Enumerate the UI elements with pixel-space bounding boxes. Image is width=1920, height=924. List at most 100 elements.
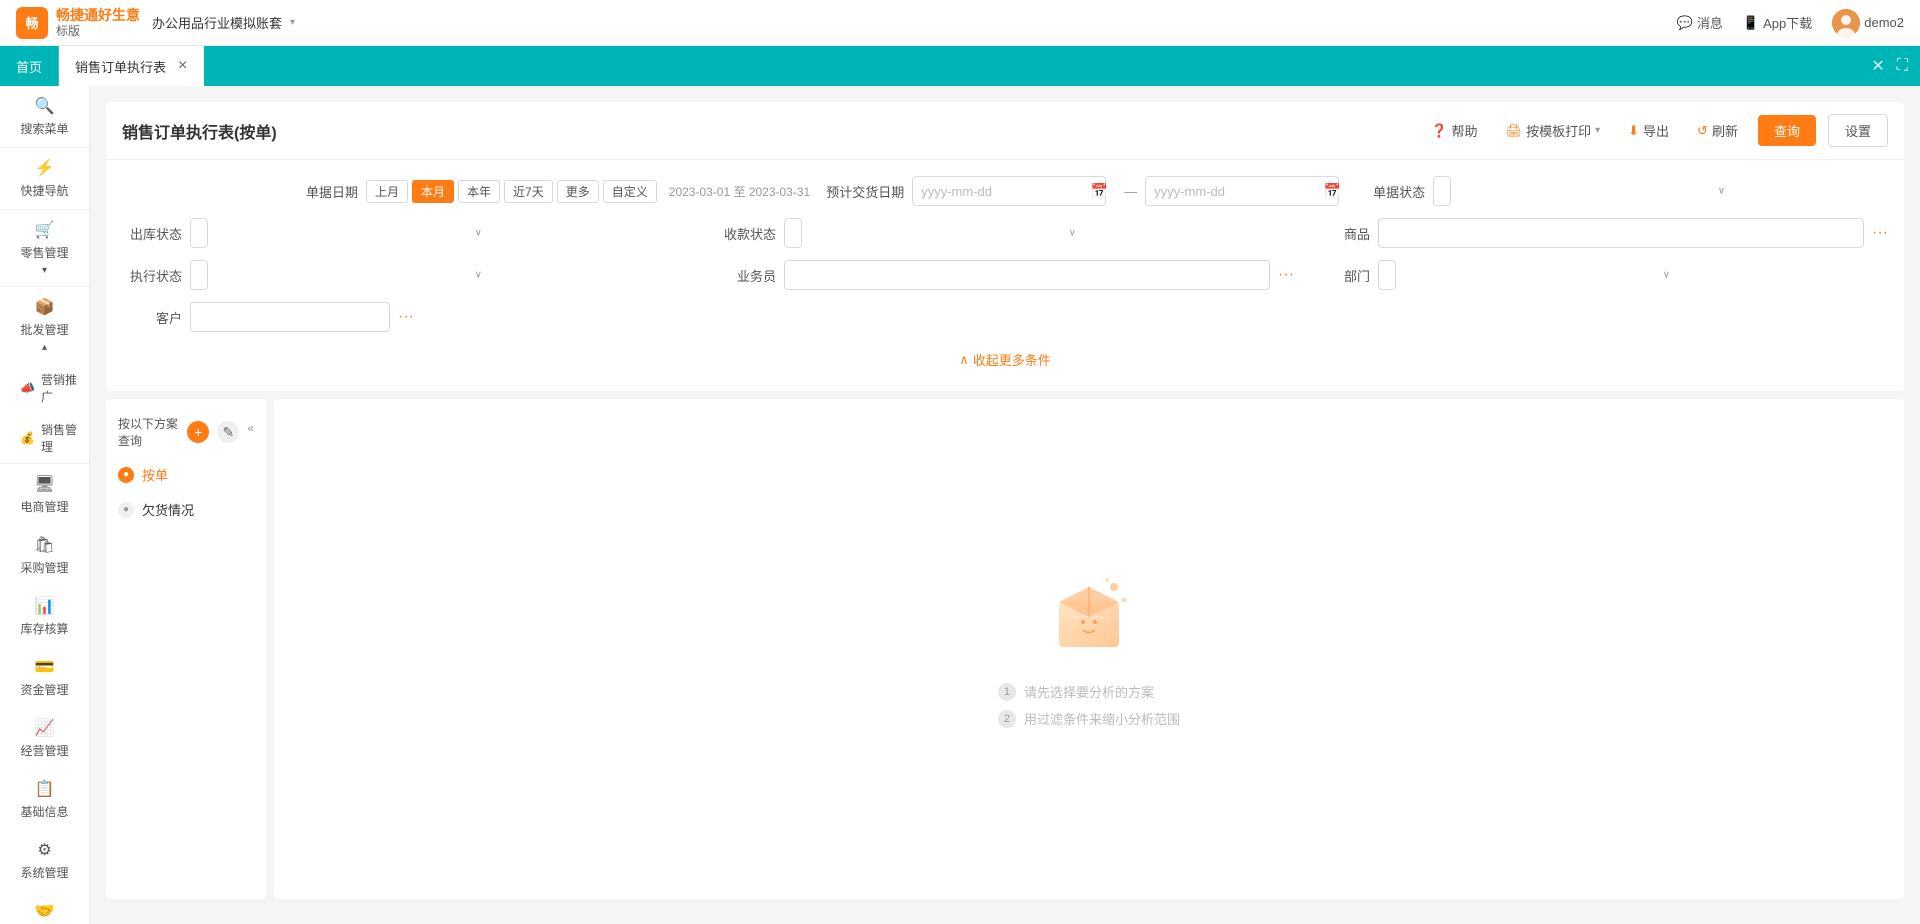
message-icon: 💬 [1677, 15, 1693, 31]
out-status-section: 出库状态 [122, 218, 700, 248]
print-button[interactable]: 🖨 按模板打印 ▾ [1498, 117, 1609, 144]
basic-icon: 📋 [35, 779, 55, 799]
sub-sales-icon: 💰 [20, 431, 35, 445]
status-select[interactable] [1433, 176, 1451, 206]
sidebar-item-inventory[interactable]: 📊 库存核算 [0, 586, 89, 647]
empty-tip-1: 1 请先选择要分析的方案 [998, 682, 1180, 701]
add-icon: + [194, 424, 202, 440]
top-bar: 畅 畅捷通好生意 标版 办公用品行业模拟账套 ▾ 💬 消息 📱 App下载 [0, 0, 1920, 46]
shortcuts-icon: ⚡ [35, 158, 55, 178]
goods-input[interactable] [1378, 218, 1864, 248]
dept-section: 部门 [1310, 260, 1888, 290]
goods-section: 商品 ··· [1310, 218, 1888, 248]
wholesale-icon: 📦 [35, 297, 55, 317]
system-icon: ⚙ [37, 840, 51, 860]
query-button[interactable]: 查询 [1758, 115, 1816, 146]
sidebar-item-wholesale[interactable]: 📦 批发管理 ▴ [0, 287, 89, 363]
sidebar-item-basic[interactable]: 📋 基础信息 [0, 769, 89, 830]
edit-plan-button[interactable]: ✎ [217, 421, 239, 443]
out-status-select[interactable] [190, 218, 208, 248]
date-label: 单据日期 [298, 182, 358, 201]
retail-icon: 🛒 [35, 220, 55, 240]
sidebar-item-system[interactable]: ⚙ 系统管理 [0, 830, 89, 891]
date-btn-more[interactable]: 更多 [557, 180, 599, 203]
plan-item-按单[interactable]: ● 按单 [106, 457, 266, 492]
expected-date-end[interactable] [1145, 176, 1339, 206]
user-menu[interactable]: demo2 [1832, 9, 1904, 37]
sidebar-search[interactable]: 🔍 搜索菜单 [0, 86, 89, 147]
dept-select[interactable] [1378, 260, 1396, 290]
exec-status-section: 执行状态 [122, 260, 700, 290]
help-icon: ❓ [1431, 123, 1447, 139]
export-button[interactable]: ⬇ 导出 [1620, 117, 1677, 144]
sidebar-shortcuts[interactable]: ⚡ 快捷导航 [0, 148, 89, 209]
sidebar: 🔍 搜索菜单 ⚡ 快捷导航 🛒 零售管理 ▾ 📦 批发管理 ▴ [0, 86, 90, 924]
app-download-button[interactable]: 📱 App下载 [1743, 13, 1812, 32]
sidebar-item-operation[interactable]: 📈 经营管理 [0, 708, 89, 769]
empty-tip-2: 2 用过滤条件来缩小分析范围 [998, 709, 1180, 728]
sidebar-item-ecommerce[interactable]: 🖥 电商管理 [0, 464, 89, 525]
refresh-button[interactable]: ↺ 刷新 [1689, 117, 1746, 144]
date-btn-this-year[interactable]: 本年 [458, 180, 500, 203]
tab-close-icon[interactable]: × [178, 57, 187, 75]
customer-more-icon[interactable]: ··· [398, 308, 414, 326]
date-separator: — [1124, 184, 1137, 199]
status-label: 单据状态 [1365, 182, 1425, 201]
exec-status-select[interactable] [190, 260, 208, 290]
filter-row-2: 出库状态 收款状态 商品 [122, 218, 1888, 248]
collapse-icon: ∧ [959, 352, 969, 368]
page-title: 销售订单执行表(按单) [122, 119, 277, 143]
breadcrumb[interactable]: 办公用品行业模拟账套 ▾ [152, 13, 295, 32]
tab-active[interactable]: 销售订单执行表 × [59, 46, 204, 86]
collapse-panel-button[interactable]: « [247, 421, 254, 443]
customer-label: 客户 [122, 308, 182, 327]
exec-status-label: 执行状态 [122, 266, 182, 285]
sidebar-item-retail[interactable]: 🛒 零售管理 ▾ [0, 210, 89, 286]
goods-more-icon[interactable]: ··· [1872, 224, 1888, 242]
tab-home[interactable]: 首页 [0, 46, 59, 86]
expected-date-start[interactable] [912, 176, 1106, 206]
receipt-status-select-wrapper [784, 218, 1084, 248]
calendar-end-icon: 📅 [1324, 183, 1341, 200]
search-icon: 🔍 [35, 96, 55, 116]
main-content: 销售订单执行表(按单) ❓ 帮助 🖨 按模板打印 ▾ ⬇ 导出 ↺ 刷新 [90, 86, 1920, 924]
salesperson-input[interactable] [784, 260, 1270, 290]
customer-input[interactable] [190, 302, 390, 332]
sidebar-retail-section: 🛒 零售管理 ▾ [0, 210, 89, 287]
date-btn-custom[interactable]: 自定义 [603, 180, 657, 203]
date-btn-7days[interactable]: 近7天 [504, 180, 553, 203]
print-icon: 🖨 [1506, 123, 1523, 139]
plan-dot-active: ● [118, 467, 134, 483]
date-btn-this-month[interactable]: 本月 [412, 180, 454, 203]
expected-date-section: 预计交货日期 📅 — 📅 [826, 176, 1349, 206]
sidebar-sub-marketing[interactable]: 📣 营销推广 [0, 363, 89, 413]
receipt-status-select[interactable] [784, 218, 802, 248]
content-wrapper: 按以下方案查询 + ✎ « ● 按单 [106, 399, 1904, 899]
help-button[interactable]: ❓ 帮助 [1423, 117, 1485, 144]
salesperson-label: 业务员 [716, 266, 776, 285]
salesperson-more-icon[interactable]: ··· [1278, 266, 1294, 284]
settings-button[interactable]: 设置 [1828, 114, 1888, 147]
right-content: 1 请先选择要分析的方案 2 用过滤条件来缩小分析范围 [274, 399, 1904, 899]
message-button[interactable]: 💬 消息 [1677, 13, 1723, 32]
sidebar-item-enterprise[interactable]: 🤝 企业协同 [0, 891, 89, 924]
out-status-label: 出库状态 [122, 224, 182, 243]
plan-item-欠货[interactable]: ● 欠货情况 [106, 492, 266, 527]
empty-state: 1 请先选择要分析的方案 2 用过滤条件来缩小分析范围 [998, 562, 1180, 736]
dept-select-wrapper [1378, 260, 1678, 290]
add-plan-button[interactable]: + [187, 421, 209, 443]
sidebar-wholesale-section: 📦 批发管理 ▴ 📣 营销推广 💰 销售管理 [0, 287, 89, 464]
collapse-button[interactable]: ∧ 收起更多条件 [122, 344, 1888, 375]
chevron-up-icon: ▴ [42, 342, 47, 353]
sub-marketing-icon: 📣 [20, 381, 35, 395]
sidebar-item-purchase[interactable]: 🛍 采购管理 [0, 525, 89, 586]
filter-row-4: 客户 ··· [122, 302, 1888, 332]
sidebar-item-finance[interactable]: 💳 资金管理 [0, 647, 89, 708]
user-name: demo2 [1864, 15, 1904, 30]
window-maximize-icon[interactable]: ⛶ [1897, 57, 1908, 75]
date-btn-last-month[interactable]: 上月 [366, 180, 408, 203]
tab-bar-actions: ✕ ⛶ [1859, 46, 1920, 86]
sidebar-shortcuts-section: ⚡ 快捷导航 [0, 148, 89, 210]
sidebar-sub-sales[interactable]: 💰 销售管理 [0, 413, 89, 463]
window-close-icon[interactable]: ✕ [1871, 56, 1884, 76]
